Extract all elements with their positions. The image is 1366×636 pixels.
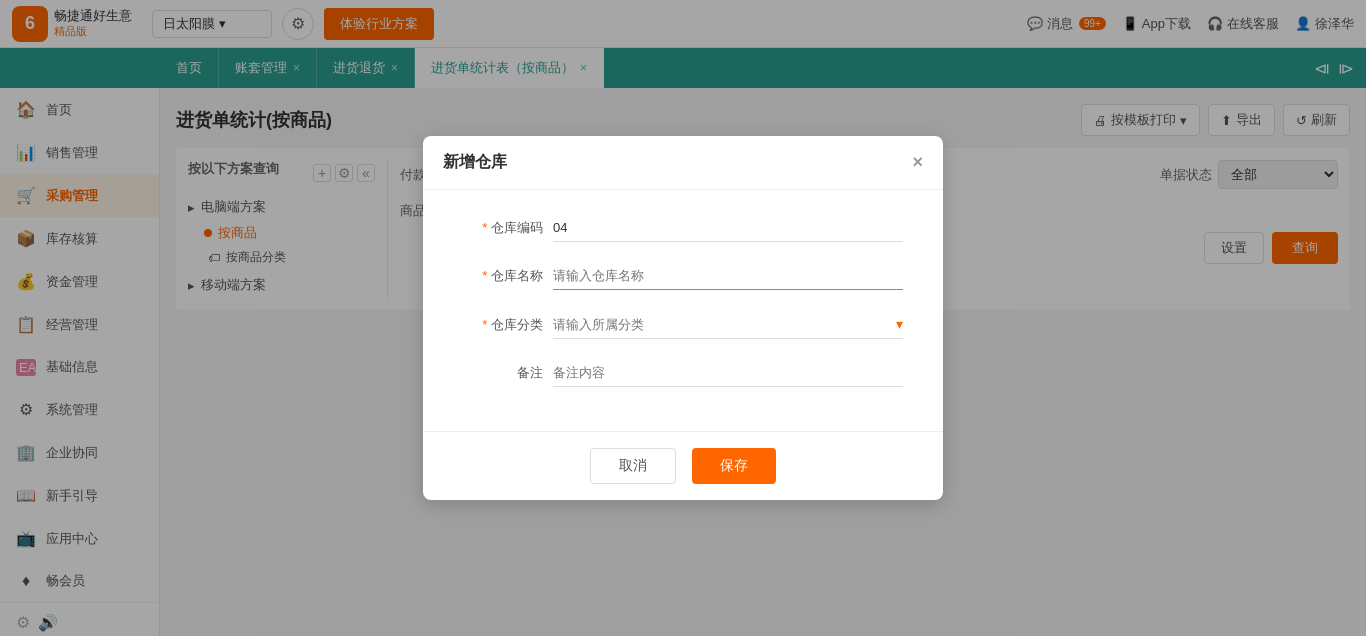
form-row-code: 仓库编码 [463, 214, 903, 242]
remark-label: 备注 [463, 364, 543, 382]
form-row-remark: 备注 [463, 359, 903, 387]
cancel-button[interactable]: 取消 [590, 448, 676, 484]
remark-input[interactable] [553, 359, 903, 387]
category-select-wrap[interactable]: ▾ [553, 310, 903, 339]
name-label: 仓库名称 [463, 267, 543, 285]
dialog-footer: 取消 保存 [423, 431, 943, 500]
form-row-name: 仓库名称 [463, 262, 903, 290]
dialog-header: 新增仓库 × [423, 136, 943, 190]
dialog-body: 仓库编码 仓库名称 仓库分类 ▾ 备注 [423, 190, 943, 431]
name-input[interactable] [553, 262, 903, 290]
add-warehouse-dialog: 新增仓库 × 仓库编码 仓库名称 仓库分类 ▾ [423, 136, 943, 500]
dialog-close-button[interactable]: × [912, 152, 923, 173]
form-row-category: 仓库分类 ▾ [463, 310, 903, 339]
code-label: 仓库编码 [463, 219, 543, 237]
category-dropdown-icon: ▾ [896, 316, 903, 332]
modal-overlay[interactable]: 新增仓库 × 仓库编码 仓库名称 仓库分类 ▾ [0, 0, 1366, 636]
code-input[interactable] [553, 214, 903, 242]
category-label: 仓库分类 [463, 316, 543, 334]
save-button[interactable]: 保存 [692, 448, 776, 484]
category-input[interactable] [553, 317, 896, 332]
dialog-title: 新增仓库 [443, 152, 507, 173]
